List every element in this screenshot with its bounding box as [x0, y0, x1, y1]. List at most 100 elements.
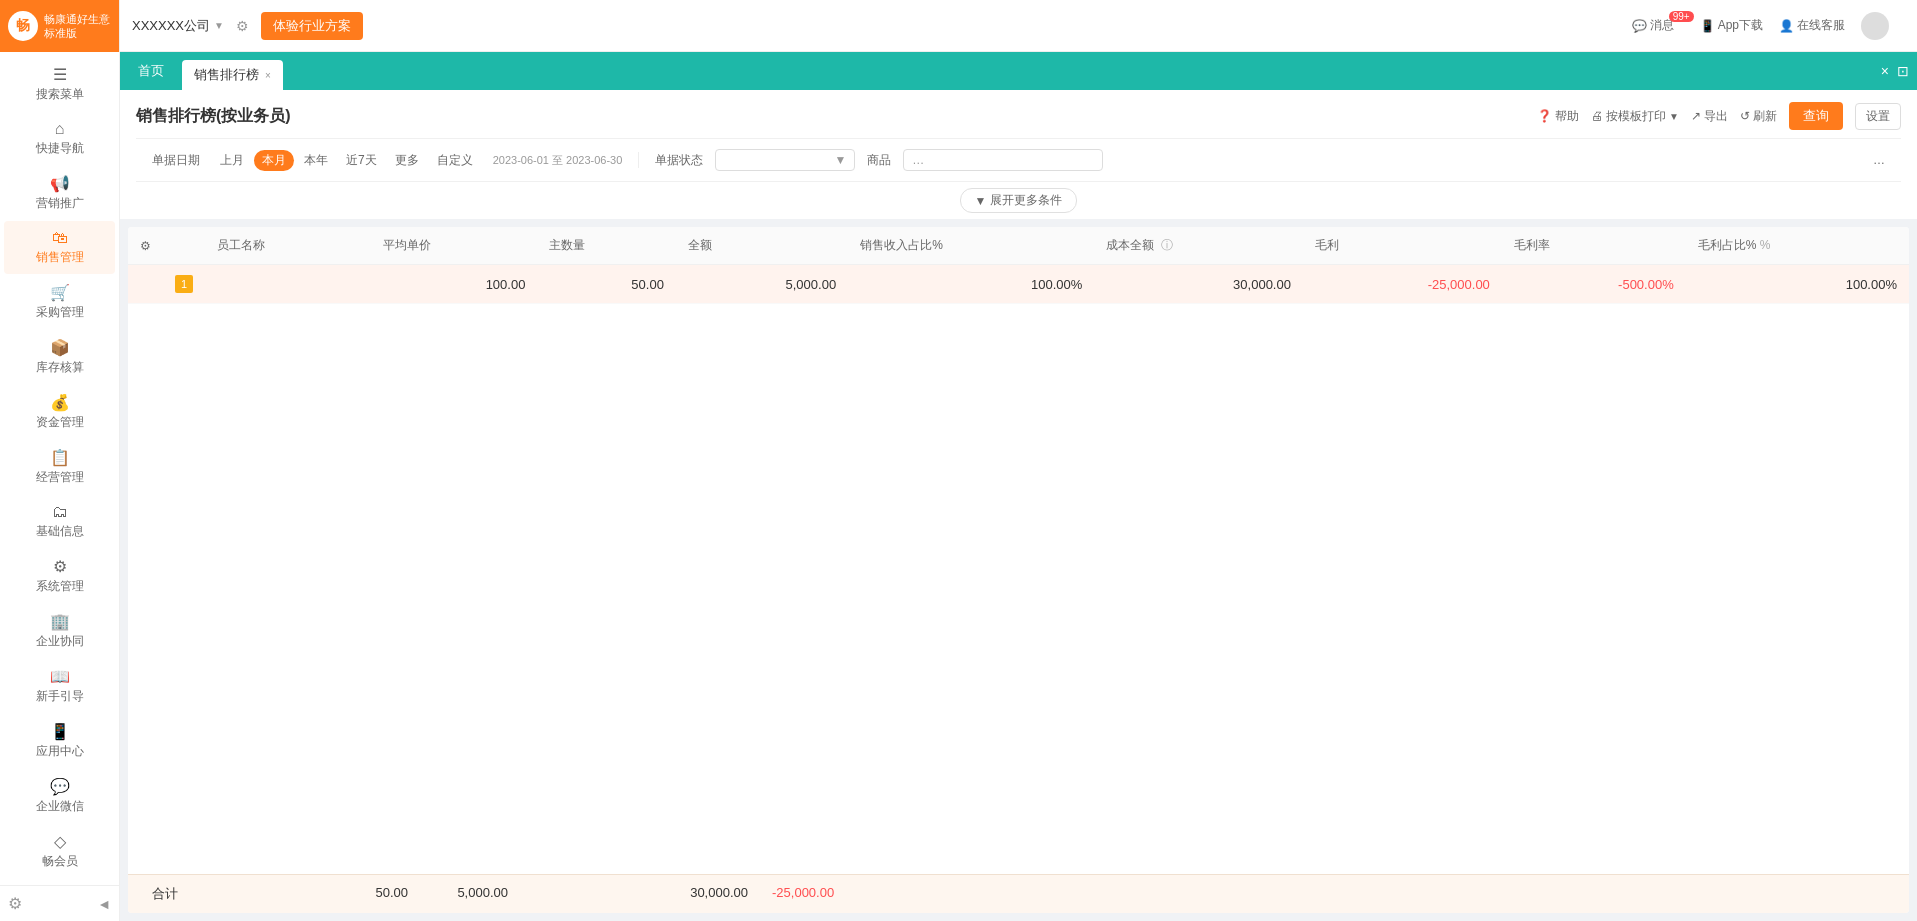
sidebar-item-system[interactable]: ⚙ 系统管理: [4, 549, 115, 603]
company-name: XXXXXX公司: [132, 17, 210, 35]
sidebar-item-guide[interactable]: 📖 新手引导: [4, 659, 115, 713]
tabs-right: × ⊡: [1881, 63, 1913, 79]
footer-label: 合计: [140, 885, 220, 903]
operation-icon: 📋: [50, 448, 70, 467]
date-tab-prev-month[interactable]: 上月: [212, 150, 252, 171]
date-tab-custom[interactable]: 自定义: [429, 150, 481, 171]
sidebar-settings-icon[interactable]: ⚙: [8, 894, 22, 913]
row-rank: 1: [163, 265, 205, 304]
col-settings[interactable]: ⚙: [128, 227, 163, 265]
settings-button[interactable]: 设置: [1855, 103, 1901, 130]
guide-icon: 📖: [50, 667, 70, 686]
inventory-icon: 📦: [50, 338, 70, 357]
tab-close-window-icon[interactable]: ×: [1881, 63, 1889, 79]
sidebar-collapse-icon[interactable]: ◄: [97, 896, 111, 912]
sidebar-item-appcenter[interactable]: 📱 应用中心: [4, 714, 115, 768]
export-btn[interactable]: ↗ 导出: [1691, 108, 1728, 125]
sidebar-logo: 畅 畅康通好生意 标准版: [0, 0, 119, 52]
sidebar-item-marketing[interactable]: 📢 营销推广: [4, 166, 115, 220]
help-btn[interactable]: ❓ 帮助: [1537, 108, 1579, 125]
goods-input[interactable]: …: [903, 149, 1103, 171]
basicinfo-icon: 🗂: [52, 503, 68, 521]
sidebar-item-quicknav[interactable]: ⌂ 快捷导航: [4, 112, 115, 165]
print-btn[interactable]: 🖨 按模板打印 ▼: [1591, 108, 1679, 125]
export-icon: ↗: [1691, 109, 1701, 123]
sidebar-item-basicinfo[interactable]: 🗂 基础信息: [4, 495, 115, 548]
avatar[interactable]: [1861, 12, 1889, 40]
row-sales-ratio: 100.00%: [848, 265, 1094, 304]
expand-conditions-btn[interactable]: ▼ 展开更多条件: [960, 188, 1078, 213]
app-label: App下载: [1718, 17, 1763, 34]
col-cost: 成本全额 ⓘ: [1094, 227, 1303, 265]
col-avg-price: 平均单价: [371, 227, 537, 265]
refresh-btn[interactable]: ↺ 刷新: [1740, 108, 1777, 125]
footer-quantity: [220, 885, 340, 903]
row-quantity: 50.00: [537, 265, 676, 304]
filter-divider: [638, 152, 639, 168]
online-service-btn[interactable]: 👤 在线客服: [1779, 17, 1845, 34]
status-select-arrow-icon: ▼: [834, 153, 846, 167]
app-download-btn[interactable]: 📱 App下载: [1700, 17, 1763, 34]
row-gross-ratio: 100.00%: [1686, 265, 1909, 304]
print-icon: 🖨: [1591, 109, 1603, 123]
sidebar-item-member[interactable]: ◇ 畅会员: [4, 824, 115, 878]
date-tab-7days[interactable]: 近7天: [338, 150, 385, 171]
row-settings: [128, 265, 163, 304]
sidebar-item-operation[interactable]: 📋 经营管理: [4, 440, 115, 494]
company-selector[interactable]: XXXXXX公司 ▼: [132, 17, 224, 35]
trial-button[interactable]: 体验行业方案: [261, 12, 363, 40]
marketing-icon: 📢: [50, 174, 70, 193]
topbar-settings-icon[interactable]: ⚙: [236, 18, 249, 34]
date-tab-this-month[interactable]: 本月: [254, 150, 294, 171]
tab-close-icon[interactable]: ×: [265, 70, 271, 81]
sidebar-item-search[interactable]: ☰ 搜索菜单: [4, 57, 115, 111]
sidebar-item-finance[interactable]: 💰 资金管理: [4, 385, 115, 439]
query-button[interactable]: 查询: [1789, 102, 1843, 130]
filter-more-btn[interactable]: …: [1873, 153, 1885, 167]
enterprise-icon: 🏢: [50, 612, 70, 631]
table-area: ⚙ 员工名称 平均单价 主数量 全额 销售收入占比% 成本全额 ⓘ 毛利: [128, 227, 1909, 913]
sidebar-item-wechat[interactable]: 💬 企业微信: [4, 769, 115, 823]
tab-home[interactable]: 首页: [124, 52, 178, 90]
sidebar-item-purchase[interactable]: 🛒 采购管理: [4, 275, 115, 329]
app-icon: 📱: [1700, 19, 1715, 33]
quicknav-icon: ⌂: [55, 120, 65, 138]
status-select[interactable]: ▼: [715, 149, 855, 171]
footer-cost: 30,000.00: [640, 885, 760, 903]
wechat-icon: 💬: [50, 777, 70, 796]
print-arrow-icon: ▼: [1669, 111, 1679, 122]
sidebar-item-enterprise[interactable]: 🏢 企业协同: [4, 604, 115, 658]
status-filter-label: 单据状态: [655, 152, 703, 169]
topbar-right: 💬 消息 99+ 📱 App下载 👤 在线客服: [1632, 12, 1905, 40]
data-table: ⚙ 员工名称 平均单价 主数量 全额 销售收入占比% 成本全额 ⓘ 毛利: [128, 227, 1909, 304]
tabs-bar: 首页 销售排行榜 × × ⊡: [120, 52, 1917, 90]
sidebar-item-sales[interactable]: 🛍 销售管理: [4, 221, 115, 274]
date-tab-more[interactable]: 更多: [387, 150, 427, 171]
sidebar-item-inventory[interactable]: 📦 库存核算: [4, 330, 115, 384]
row-gross-rate: -500.00%: [1502, 265, 1686, 304]
purchase-icon: 🛒: [50, 283, 70, 302]
col-rank: [163, 227, 205, 265]
col-name: 员工名称: [205, 227, 371, 265]
finance-icon: 💰: [50, 393, 70, 412]
logo-text: 畅康通好生意 标准版: [44, 12, 110, 41]
col-settings-icon: ⚙: [140, 239, 151, 253]
message-btn[interactable]: 💬 消息 99+: [1632, 17, 1684, 34]
row-cost: 30,000.00: [1094, 265, 1303, 304]
message-badge: 99+: [1669, 11, 1694, 22]
row-name: [205, 265, 371, 304]
sales-icon: 🛍: [52, 229, 68, 247]
sidebar: 畅 畅康通好生意 标准版 ☰ 搜索菜单 ⌂ 快捷导航 📢 营销推广 🛍 销售管理…: [0, 0, 120, 921]
tab-sales-ranking[interactable]: 销售排行榜 ×: [182, 60, 283, 90]
system-icon: ⚙: [53, 557, 67, 576]
goods-filter-label: 商品: [867, 152, 891, 169]
date-tab-this-year[interactable]: 本年: [296, 150, 336, 171]
date-range-display: 2023-06-01 至 2023-06-30: [493, 153, 623, 168]
col-gross: 毛利: [1303, 227, 1502, 265]
date-tabs: 上月 本月 本年 近7天 更多 自定义: [212, 150, 481, 171]
refresh-icon: ↺: [1740, 109, 1750, 123]
cost-info-icon[interactable]: ⓘ: [1161, 238, 1173, 252]
page-title: 销售排行榜(按业务员): [136, 106, 291, 127]
help-icon: ❓: [1537, 109, 1552, 123]
tab-maximize-icon[interactable]: ⊡: [1897, 63, 1909, 79]
